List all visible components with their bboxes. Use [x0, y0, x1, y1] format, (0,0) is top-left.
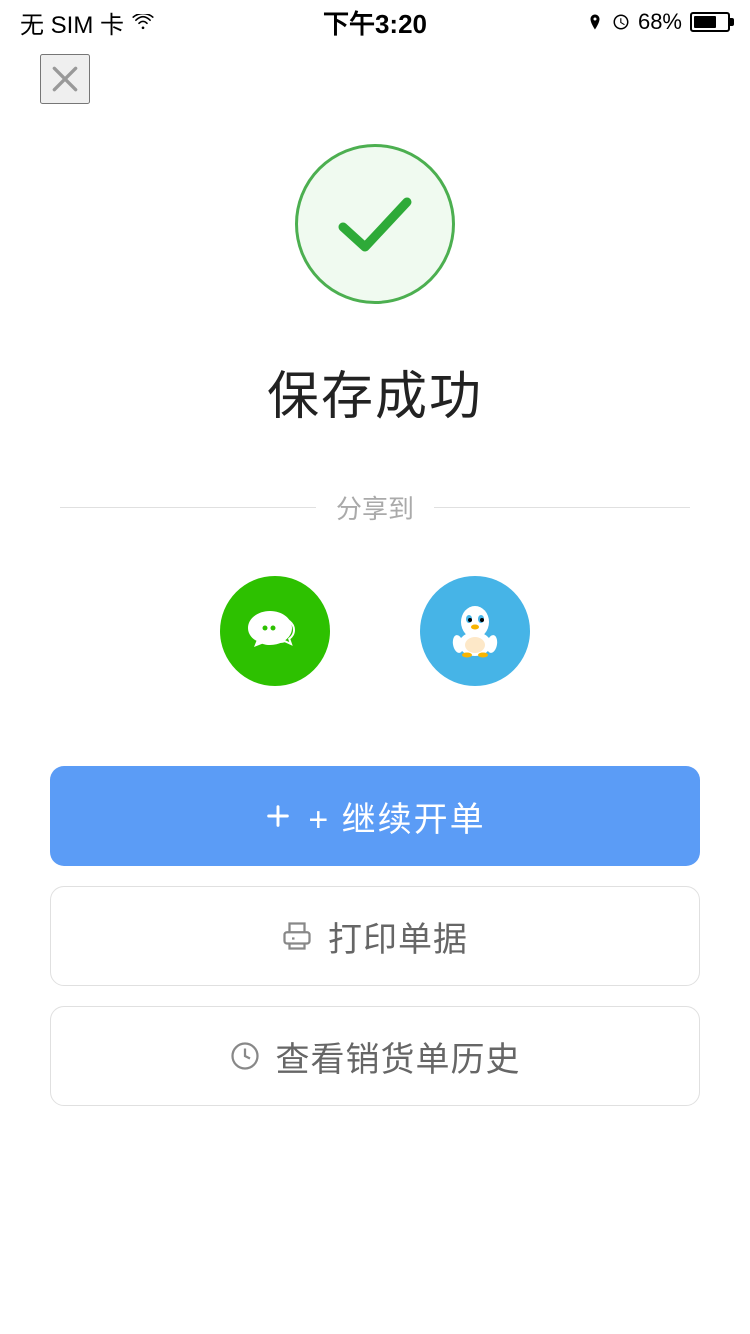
checkmark-icon: [335, 192, 415, 257]
share-label: 分享到: [336, 489, 414, 526]
location-icon: [586, 13, 604, 31]
wifi-icon: [132, 14, 154, 30]
divider-left: [60, 507, 316, 508]
main-content: 保存成功 分享到: [0, 44, 750, 1106]
success-icon-circle: [295, 144, 455, 304]
status-right: 68%: [586, 9, 730, 35]
continue-button[interactable]: + 继续开单: [50, 766, 700, 866]
print-button-label: 打印单据: [328, 912, 468, 961]
close-button[interactable]: [40, 54, 90, 104]
qq-icon: [442, 598, 508, 664]
action-buttons: + 继续开单 打印单据 查看销货单历史: [0, 766, 750, 1106]
divider-right: [434, 507, 690, 508]
plus-icon: [264, 802, 292, 830]
status-time: 下午3:20: [323, 4, 427, 41]
wechat-icon: [242, 598, 308, 664]
history-button[interactable]: 查看销货单历史: [50, 1006, 700, 1106]
history-icon: [230, 1041, 260, 1071]
success-title: 保存成功: [267, 354, 483, 429]
qq-share-button[interactable]: [420, 576, 530, 686]
share-section: 分享到: [0, 489, 750, 686]
alarm-icon: [612, 13, 630, 31]
share-divider: 分享到: [60, 489, 690, 526]
battery-percent: 68%: [638, 9, 682, 35]
printer-icon: [282, 921, 312, 951]
history-button-label: 查看销货单历史: [276, 1032, 521, 1081]
status-bar: 无 SIM 卡 下午3:20 68%: [0, 0, 750, 44]
close-icon: [49, 63, 81, 95]
share-icons-container: [60, 576, 690, 686]
wechat-share-button[interactable]: [220, 576, 330, 686]
continue-button-label: + 继续开单: [308, 792, 485, 841]
print-button[interactable]: 打印单据: [50, 886, 700, 986]
no-sim-label: 无 SIM 卡: [20, 5, 124, 40]
status-left: 无 SIM 卡: [20, 5, 154, 40]
battery-icon: [690, 12, 730, 32]
